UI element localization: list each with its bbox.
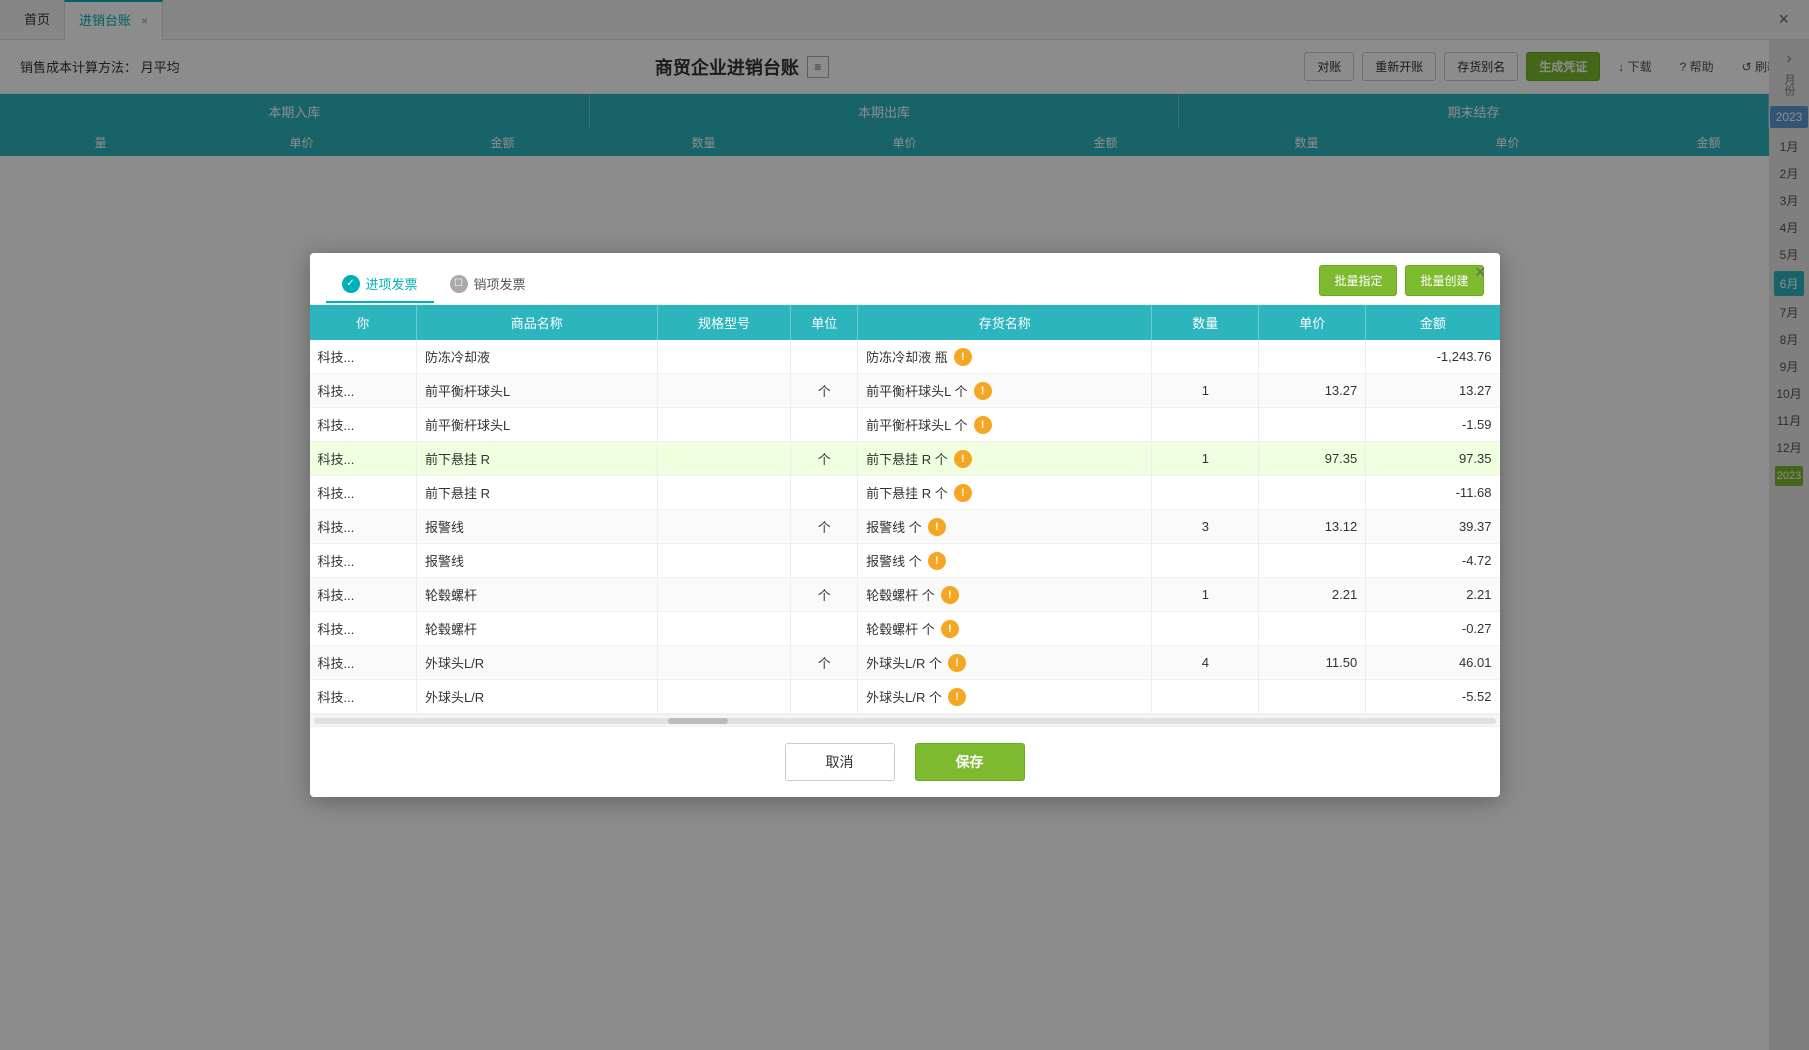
- tab-purchase-invoice[interactable]: ✓ 进项发票: [326, 266, 434, 303]
- th-inventory-name: 存货名称: [858, 305, 1152, 340]
- warning-icon: !: [928, 552, 946, 570]
- modal-scrollbar[interactable]: [310, 714, 1500, 726]
- warning-icon: !: [928, 518, 946, 536]
- table-row[interactable]: 科技...前下悬挂 R个前下悬挂 R 个 !197.3597.35: [310, 442, 1500, 476]
- scrollbar-thumb[interactable]: [668, 718, 728, 724]
- table-header-row: 你 商品名称 规格型号 单位 存货名称 数量 单价 金额: [310, 305, 1500, 340]
- modal-header: ✓ 进项发票 ☐ 销项发票 批量指定 批量创建 ×: [310, 253, 1500, 305]
- th-amount: 金额: [1366, 305, 1500, 340]
- warning-icon: !: [941, 620, 959, 638]
- table-row[interactable]: 科技...轮毂螺杆轮毂螺杆 个 !-0.27: [310, 612, 1500, 646]
- purchase-invoice-icon: ✓: [342, 275, 360, 293]
- batch-assign-button[interactable]: 批量指定: [1319, 265, 1397, 296]
- table-row[interactable]: 科技...轮毂螺杆个轮毂螺杆 个 !12.212.21: [310, 578, 1500, 612]
- modal-dialog: ✓ 进项发票 ☐ 销项发票 批量指定 批量创建 × 你 商品名称 规格型号: [310, 253, 1500, 797]
- table-row[interactable]: 科技...外球头L/R个外球头L/R 个 !411.5046.01: [310, 646, 1500, 680]
- batch-create-button[interactable]: 批量创建: [1405, 265, 1483, 296]
- table-row[interactable]: 科技...报警线报警线 个 !-4.72: [310, 544, 1500, 578]
- sales-invoice-label: 销项发票: [474, 274, 526, 293]
- sales-invoice-icon: ☐: [450, 275, 468, 293]
- table-row[interactable]: 科技...前平衡杆球头L个前平衡杆球头L 个 !113.2713.27: [310, 374, 1500, 408]
- modal-body: 你 商品名称 规格型号 单位 存货名称 数量 单价 金额 科技...防冻冷却液防…: [310, 305, 1500, 714]
- scrollbar-track: [314, 718, 1496, 724]
- table-row[interactable]: 科技...外球头L/R外球头L/R 个 !-5.52: [310, 680, 1500, 714]
- warning-icon: !: [941, 586, 959, 604]
- purchase-invoice-label: 进项发票: [366, 274, 418, 293]
- modal-backdrop: ✓ 进项发票 ☐ 销项发票 批量指定 批量创建 × 你 商品名称 规格型号: [0, 0, 1809, 1050]
- th-quantity: 数量: [1152, 305, 1259, 340]
- modal-footer: 取消 保存: [310, 726, 1500, 797]
- table-row[interactable]: 科技...前平衡杆球头L前平衡杆球头L 个 !-1.59: [310, 408, 1500, 442]
- warning-icon: !: [954, 484, 972, 502]
- warning-icon: !: [974, 382, 992, 400]
- table-row[interactable]: 科技...前下悬挂 R前下悬挂 R 个 !-11.68: [310, 476, 1500, 510]
- modal-close-button[interactable]: ×: [1475, 263, 1486, 281]
- table-row[interactable]: 科技...防冻冷却液防冻冷却液 瓶 !-1,243.76: [310, 340, 1500, 374]
- tab-sales-invoice[interactable]: ☐ 销项发票: [434, 266, 542, 303]
- warning-icon: !: [948, 688, 966, 706]
- modal-header-actions: 批量指定 批量创建: [1319, 265, 1483, 304]
- warning-icon: !: [974, 416, 992, 434]
- warning-icon: !: [954, 348, 972, 366]
- warning-icon: !: [948, 654, 966, 672]
- table-row[interactable]: 科技...报警线个报警线 个 !313.1239.37: [310, 510, 1500, 544]
- th-col1: 你: [310, 305, 417, 340]
- th-spec: 规格型号: [657, 305, 791, 340]
- th-unit: 单位: [791, 305, 858, 340]
- th-unit-price: 单价: [1259, 305, 1366, 340]
- cancel-button[interactable]: 取消: [785, 743, 895, 781]
- modal-table: 你 商品名称 规格型号 单位 存货名称 数量 单价 金额 科技...防冻冷却液防…: [310, 305, 1500, 714]
- warning-icon: !: [954, 450, 972, 468]
- th-product-name: 商品名称: [416, 305, 657, 340]
- save-button[interactable]: 保存: [915, 743, 1025, 781]
